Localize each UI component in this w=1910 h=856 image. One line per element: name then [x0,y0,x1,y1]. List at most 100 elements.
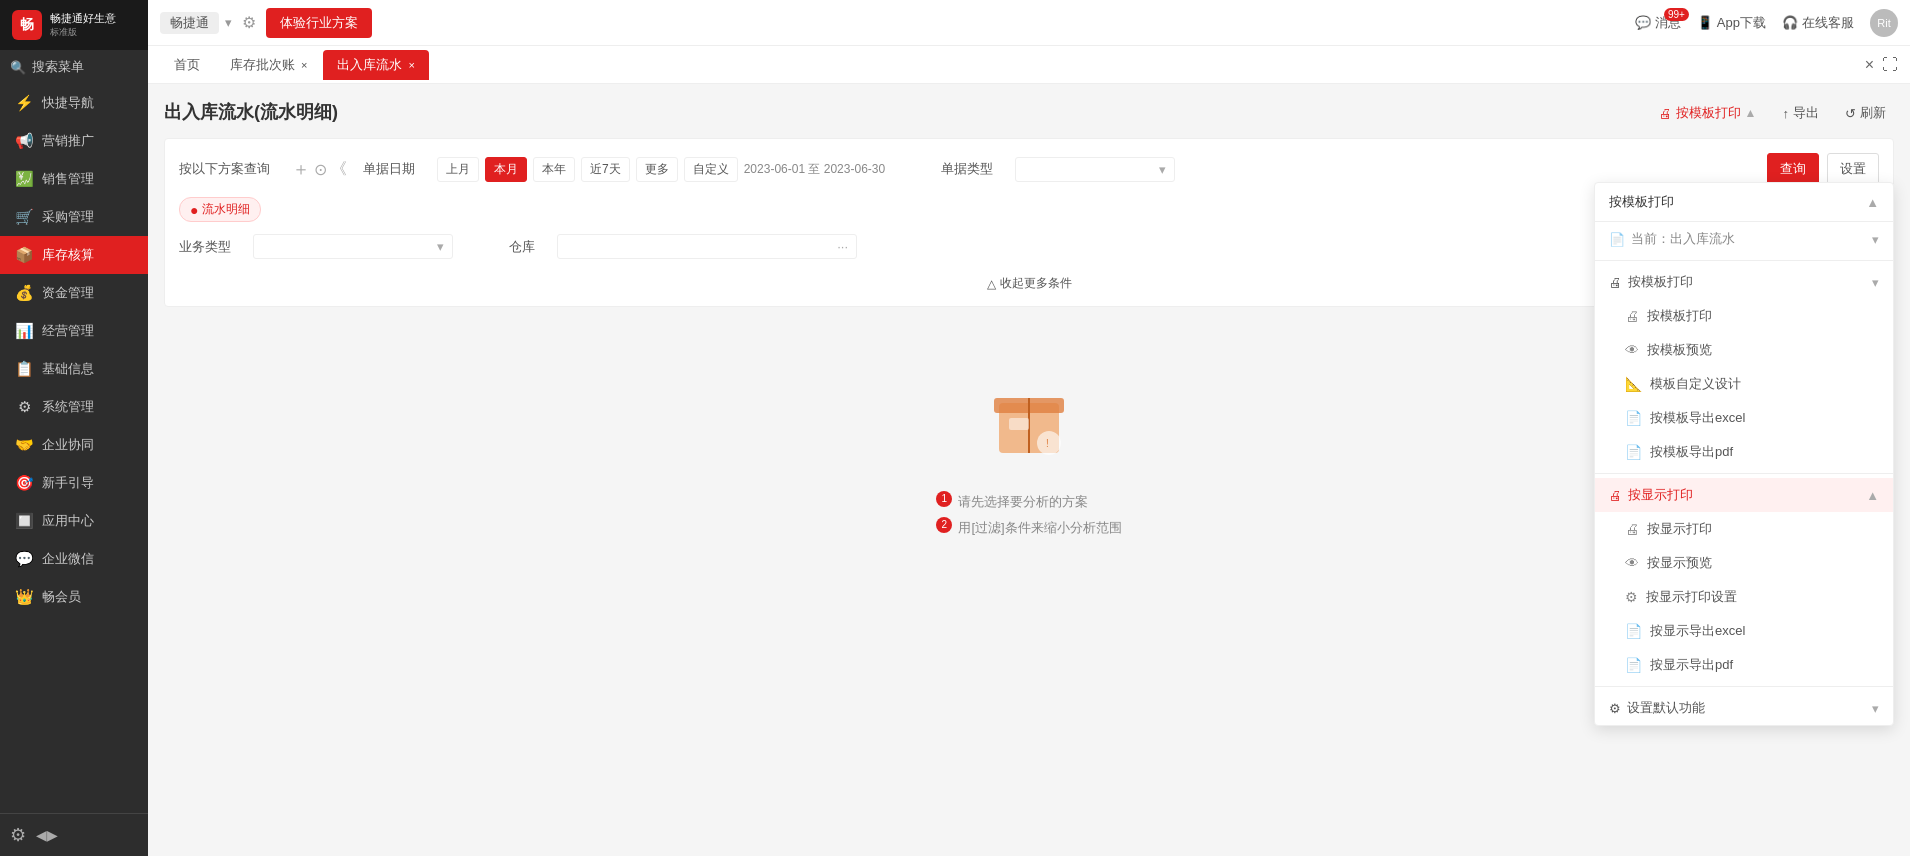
topbar: 畅捷通 ▾ ⚙ 体验行业方案 💬 消息 99+ 📱 App下载 🎧 在线客服 R… [148,0,1910,46]
trial-button[interactable]: 体验行业方案 [266,8,372,38]
page-title: 出入库流水(流水明细) [164,100,1894,124]
template-section-label: 按模板打印 [1628,273,1693,291]
display-export-excel-item[interactable]: 📄 按显示导出excel [1595,614,1893,648]
refresh-label: 刷新 [1860,104,1886,122]
date-btn-custom[interactable]: 自定义 [684,157,738,182]
sidebar-item-vip[interactable]: 👑 畅会员 [0,578,148,616]
sidebar-item-icon-quick-nav: ⚡ [14,94,34,112]
sidebar-item-icon-operations: 📊 [14,322,34,340]
sidebar-item-system[interactable]: ⚙ 系统管理 [0,388,148,426]
collapse-button[interactable]: △ 收起更多条件 [987,275,1072,292]
date-btn-this-year[interactable]: 本年 [533,157,575,182]
display-preview-item[interactable]: 👁 按显示预览 [1595,546,1893,580]
filter-add-icon[interactable]: ＋ [292,157,310,181]
display-export-pdf-item[interactable]: 📄 按显示导出pdf [1595,648,1893,682]
tab-出入库流水[interactable]: 出入库流水× [323,50,428,80]
print-button[interactable]: 🖨 按模板打印 ▲ [1651,100,1765,126]
type-select-arrow: ▾ [1159,162,1166,177]
topbar-user: 畅捷通 ▾ [160,12,232,34]
export-button[interactable]: ↑ 导出 [1775,100,1828,126]
divider-3 [1595,686,1893,687]
sidebar-item-enterprise[interactable]: 🤝 企业协同 [0,426,148,464]
warehouse-select[interactable]: ··· [557,234,857,259]
sidebar-item-purchase[interactable]: 🛒 采购管理 [0,198,148,236]
warehouse-dots[interactable]: ··· [837,239,848,254]
display-print-item[interactable]: 🖨 按显示打印 [1595,512,1893,546]
date-btn-this-month[interactable]: 本月 [485,157,527,182]
template-design-item[interactable]: 📐 模板自定义设计 [1595,367,1893,401]
date-start: 2023-06-01 [744,162,805,176]
template-section-icon: 🖨 [1609,275,1622,290]
user-avatar[interactable]: Rit [1870,9,1898,37]
sidebar-item-label-operations: 经营管理 [42,322,94,340]
template-preview-item[interactable]: 👁 按模板预览 [1595,333,1893,367]
tabs-bar: 首页库存批次账×出入库流水× × ⛶ [148,46,1910,84]
message-button[interactable]: 💬 消息 99+ [1635,14,1681,32]
close-window-icon[interactable]: × [1865,56,1874,74]
date-range-display: 2023-06-01 至 2023-06-30 [744,161,885,178]
sidebar-item-icon-purchase: 🛒 [14,208,34,226]
sidebar-item-label-marketing: 营销推广 [42,132,94,150]
settings-button[interactable]: 设置 [1827,153,1879,185]
sidebar-item-marketing[interactable]: 📢 营销推广 [0,122,148,160]
tab-close-icon[interactable]: × [408,59,414,71]
sidebar-item-enterprise-wx[interactable]: 💬 企业微信 [0,540,148,578]
set-default-chevron: ▾ [1872,701,1879,716]
avatar-text: Rit [1877,17,1890,29]
dropdown-current-chevron[interactable]: ▾ [1872,232,1879,247]
sidebar-item-basic-info[interactable]: 📋 基础信息 [0,350,148,388]
template-preview-icon: 👁 [1625,342,1639,358]
online-service-icon: 🎧 [1782,15,1798,30]
dropdown-section-template[interactable]: 🖨 按模板打印 ▾ [1595,265,1893,299]
sidebar-item-quick-nav[interactable]: ⚡ 快捷导航 [0,84,148,122]
tip-text-2: 用[过滤]条件来缩小分析范围 [958,515,1121,541]
template-design-icon: 📐 [1625,376,1642,392]
sidebar-item-inventory[interactable]: 📦 库存核算 [0,236,148,274]
type-select[interactable]: ▾ [1015,157,1175,182]
sidebar-item-sales[interactable]: 💹 销售管理 [0,160,148,198]
app-download-label: App下载 [1717,14,1766,32]
biz-type-select[interactable]: ▾ [253,234,453,259]
tab-close-icon[interactable]: × [301,59,307,71]
print-chevron: ▲ [1745,106,1757,120]
template-print-label: 按模板打印 [1647,307,1712,325]
dropdown-section-display[interactable]: 🖨 按显示打印 ▲ [1595,478,1893,512]
online-service-button[interactable]: 🎧 在线客服 [1782,14,1854,32]
collapse-up-icon: △ [987,277,996,291]
refresh-button[interactable]: ↺ 刷新 [1837,100,1894,126]
template-export-pdf-item[interactable]: 📄 按模板导出pdf [1595,435,1893,469]
display-print-label: 按显示打印 [1647,520,1712,538]
maximize-icon[interactable]: ⛶ [1882,56,1898,74]
app-download-button[interactable]: 📱 App下载 [1697,14,1766,32]
dropdown-set-default[interactable]: ⚙ 设置默认功能 ▾ [1595,691,1893,725]
topbar-gear-icon[interactable]: ⚙ [242,13,256,32]
sidebar-collapse-icon[interactable]: ◀▶ [36,827,58,843]
sidebar-search[interactable]: 🔍 搜索菜单 [0,50,148,84]
sidebar-item-newbie[interactable]: 🎯 新手引导 [0,464,148,502]
date-btn-last-month[interactable]: 上月 [437,157,479,182]
sidebar-settings-icon[interactable]: ⚙ [10,824,26,846]
tab-库存批次账[interactable]: 库存批次账× [216,50,321,80]
tab-right-icons: × ⛶ [1865,56,1898,74]
sidebar-item-app-center[interactable]: 🔲 应用中心 [0,502,148,540]
filter-collapse-icon[interactable]: 《 [331,159,347,180]
query-button[interactable]: 查询 [1767,153,1819,185]
filter-settings-icon[interactable]: ⊙ [314,160,327,179]
sidebar-item-operations[interactable]: 📊 经营管理 [0,312,148,350]
topbar-user-chevron[interactable]: ▾ [225,15,232,30]
print-label: 按模板打印 [1676,104,1741,122]
tab-首页[interactable]: 首页 [160,50,214,80]
template-export-excel-item[interactable]: 📄 按模板导出excel [1595,401,1893,435]
date-btn-more[interactable]: 更多 [636,157,678,182]
display-print-settings-item[interactable]: ⚙ 按显示打印设置 [1595,580,1893,614]
dropdown-header-chevron[interactable]: ▲ [1866,195,1879,210]
sidebar-item-label-sales: 销售管理 [42,170,94,188]
search-icon: 🔍 [10,60,26,75]
set-default-icon: ⚙ [1609,701,1621,716]
empty-tips: 1 请先选择要分析的方案 2 用[过滤]条件来缩小分析范围 [936,489,1121,541]
flow-tag[interactable]: ● 流水明细 [179,197,261,222]
date-btn-7days[interactable]: 近7天 [581,157,630,182]
date-label: 单据日期 [363,160,415,178]
template-print-item[interactable]: 🖨 按模板打印 [1595,299,1893,333]
sidebar-item-finance[interactable]: 💰 资金管理 [0,274,148,312]
